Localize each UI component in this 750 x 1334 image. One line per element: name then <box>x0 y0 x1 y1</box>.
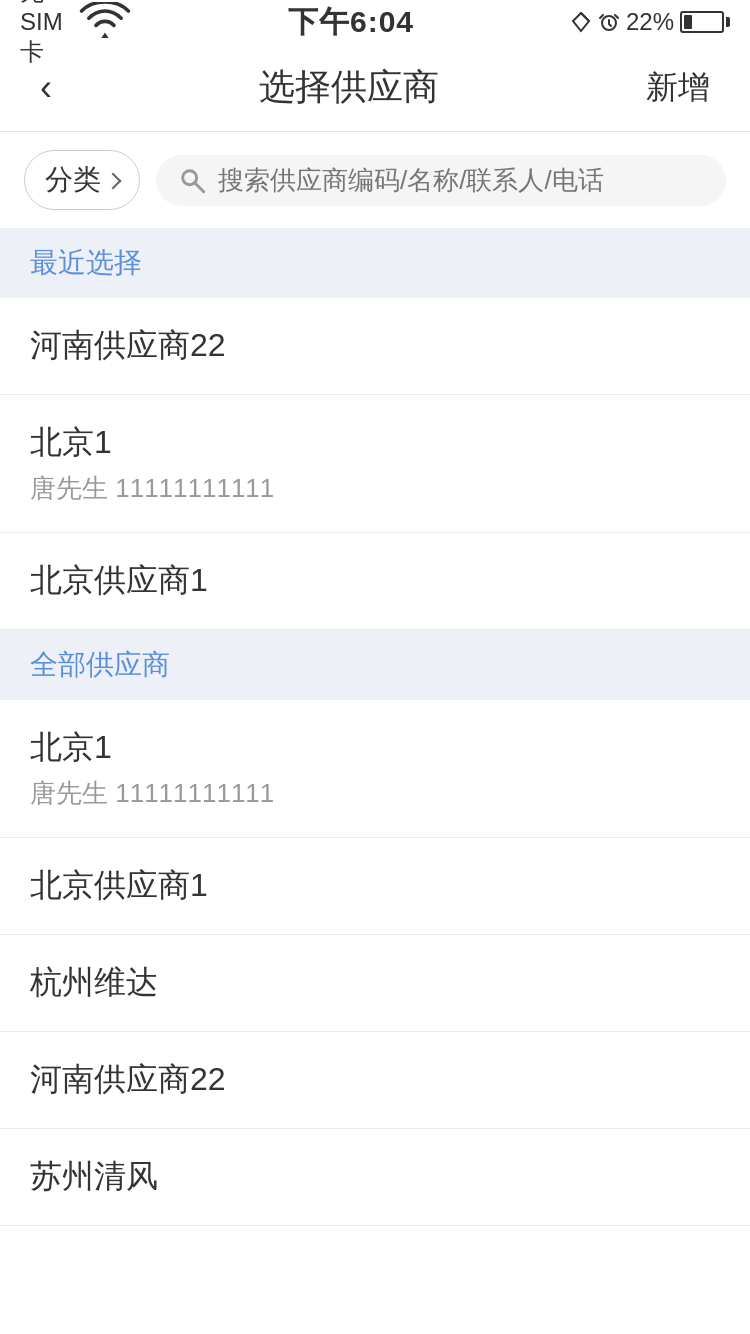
item-name: 北京供应商1 <box>30 559 720 603</box>
category-label: 分类 <box>45 161 101 199</box>
search-box[interactable] <box>156 155 726 206</box>
all-list: 北京1 唐先生 11111111111 北京供应商1 杭州维达河南供应商22 苏州清风 <box>0 700 750 1226</box>
alarm-icon <box>598 11 620 33</box>
item-sub: 唐先生 11111111111 <box>30 471 720 506</box>
all-section-label: 全部供应商 <box>30 649 170 680</box>
all-list-item[interactable]: 河南供应商22 <box>0 1032 750 1129</box>
item-name: 北京1 <box>30 726 720 770</box>
recent-list-item[interactable]: 北京1 唐先生 11111111111 <box>0 395 750 533</box>
page-title: 选择供应商 <box>259 63 439 112</box>
item-name: 北京1 <box>30 421 720 465</box>
all-list-item[interactable]: 北京1 唐先生 11111111111 <box>0 700 750 838</box>
item-sub: 唐先生 11111111111 <box>30 776 720 811</box>
recent-section-header: 最近选择 <box>0 228 750 298</box>
status-bar: 无 SIM 卡 下午6:04 22% <box>0 0 750 44</box>
all-section-header: 全部供应商 <box>0 630 750 700</box>
recent-list: 河南供应商22 北京1 唐先生 11111111111 北京供应商1 <box>0 298 750 630</box>
recent-list-item[interactable]: 北京供应商1 <box>0 533 750 630</box>
item-name: 河南供应商22 <box>30 324 720 368</box>
chevron-right-icon <box>105 173 122 190</box>
item-name: 苏州清风 <box>30 1155 720 1199</box>
add-button[interactable]: 新增 <box>636 56 720 120</box>
category-filter[interactable]: 分类 <box>24 150 140 210</box>
status-right: 22% <box>570 8 730 36</box>
recent-section-label: 最近选择 <box>30 247 142 278</box>
wifi-icon <box>78 2 132 42</box>
battery-icon <box>680 11 730 33</box>
back-button[interactable]: ‹ <box>30 57 62 119</box>
battery-percent: 22% <box>626 8 674 36</box>
svg-line-2 <box>196 184 204 192</box>
all-list-item[interactable]: 杭州维达 <box>0 935 750 1032</box>
location-icon <box>570 11 592 33</box>
status-time: 下午6:04 <box>288 2 414 43</box>
item-name: 河南供应商22 <box>30 1058 720 1102</box>
search-icon <box>178 166 206 194</box>
filter-bar: 分类 <box>0 132 750 228</box>
item-name: 杭州维达 <box>30 961 720 1005</box>
item-name: 北京供应商1 <box>30 864 720 908</box>
all-list-item[interactable]: 北京供应商1 <box>0 838 750 935</box>
search-input[interactable] <box>218 165 704 196</box>
recent-list-item[interactable]: 河南供应商22 <box>0 298 750 395</box>
all-list-item[interactable]: 苏州清风 <box>0 1129 750 1226</box>
